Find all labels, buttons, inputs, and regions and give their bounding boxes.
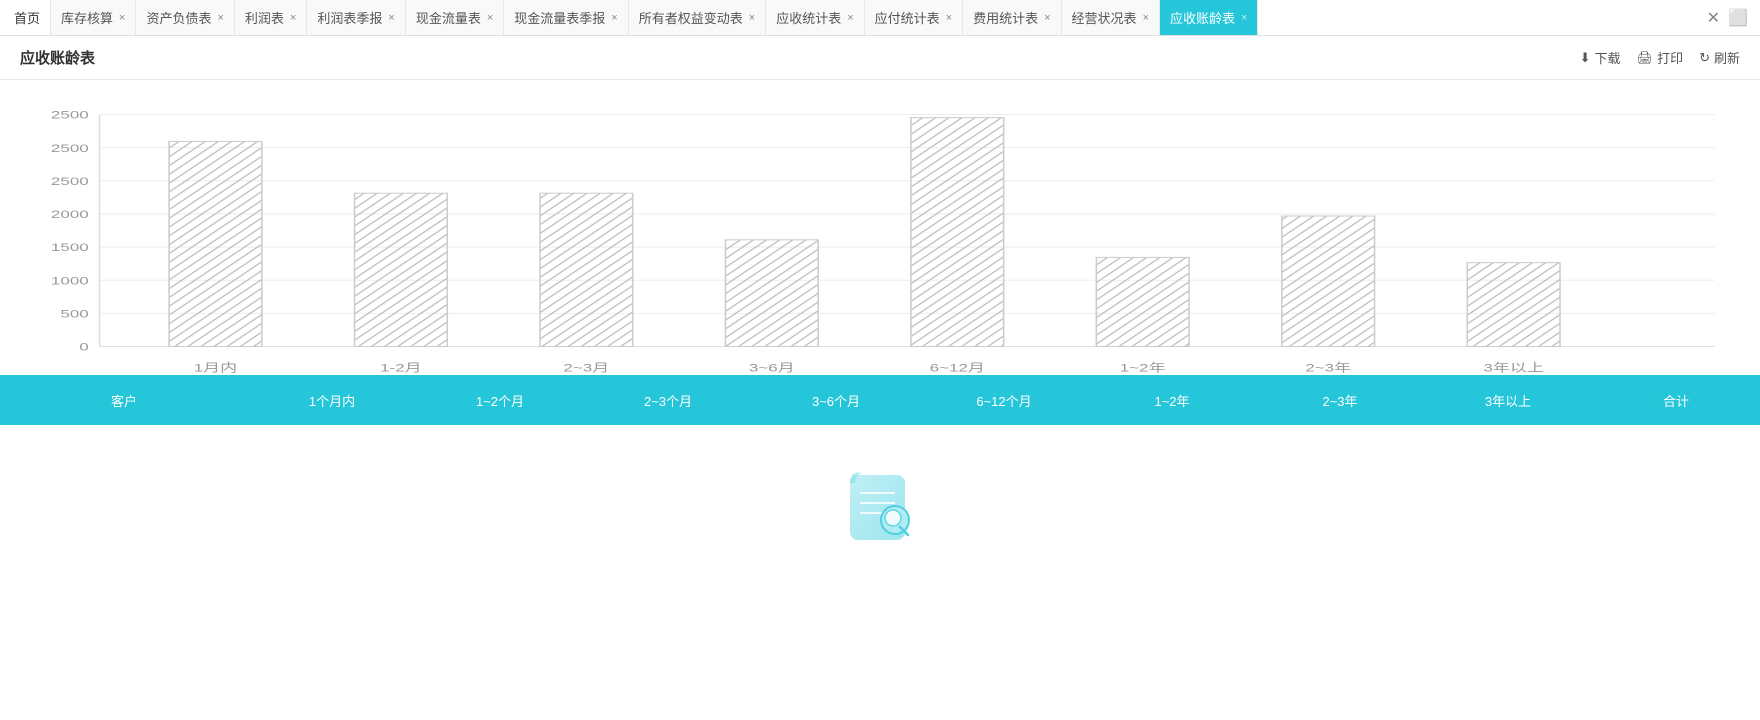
tab-profit-quarter[interactable]: 利润表季报 × xyxy=(307,0,405,36)
svg-text:1500: 1500 xyxy=(51,242,89,255)
print-icon: 🖨 xyxy=(1637,50,1654,66)
empty-illustration xyxy=(820,455,940,555)
svg-text:1月内: 1月内 xyxy=(194,361,237,374)
tab-close-payable-stat[interactable]: × xyxy=(946,12,952,24)
download-icon: ⬇ xyxy=(1580,50,1591,66)
bar-1month xyxy=(169,141,262,346)
th-total: 合计 xyxy=(1592,391,1760,410)
tab-close-cashflow-quarter[interactable]: × xyxy=(611,12,617,24)
tab-operation[interactable]: 经营状况表 × xyxy=(1062,0,1160,36)
tab-cashflow-quarter[interactable]: 现金流量表季报 × xyxy=(504,0,628,36)
tab-profit[interactable]: 利润表 × xyxy=(235,0,307,36)
download-button[interactable]: ⬇ 下载 xyxy=(1580,48,1621,67)
refresh-icon: ↻ xyxy=(1699,50,1710,66)
page-header: 应收账龄表 ⬇ 下载 🖨 打印 ↻ 刷新 xyxy=(0,36,1760,80)
th-customer: 客户 xyxy=(0,391,248,410)
tab-close-cashflow[interactable]: × xyxy=(487,12,493,24)
svg-text:3~6月: 3~6月 xyxy=(749,362,795,375)
tab-close-profit[interactable]: × xyxy=(290,12,296,24)
th-2-3month: 2~3个月 xyxy=(584,391,752,410)
tab-bar: 首页 库存核算 × 资产负债表 × 利润表 × 利润表季报 × 现金流量表 × … xyxy=(0,0,1760,36)
print-button[interactable]: 🖨 打印 xyxy=(1637,48,1684,67)
tab-payable-stat[interactable]: 应付统计表 × xyxy=(865,0,963,36)
empty-state xyxy=(0,425,1760,720)
page-title: 应收账龄表 xyxy=(20,47,95,68)
svg-text:2~3年: 2~3年 xyxy=(1305,361,1351,374)
svg-text:1~2年: 1~2年 xyxy=(1120,361,1166,374)
bar-1-2month xyxy=(355,193,448,346)
main-content: 2500 2500 2500 2000 1500 1000 500 0 xyxy=(0,80,1760,720)
tab-close-balance[interactable]: × xyxy=(217,12,223,24)
svg-text:2500: 2500 xyxy=(51,175,89,188)
svg-text:6~12月: 6~12月 xyxy=(930,362,985,375)
tab-ar-aging[interactable]: 应收账龄表 × xyxy=(1160,0,1258,36)
tab-equity[interactable]: 所有者权益变动表 × xyxy=(629,0,766,36)
header-actions: ⬇ 下载 🖨 打印 ↻ 刷新 xyxy=(1580,48,1740,67)
refresh-button[interactable]: ↻ 刷新 xyxy=(1699,48,1740,67)
tab-cashflow[interactable]: 现金流量表 × xyxy=(406,0,504,36)
tab-close-operation[interactable]: × xyxy=(1143,12,1149,24)
th-3-6month: 3~6个月 xyxy=(752,391,920,410)
svg-text:1000: 1000 xyxy=(51,275,89,288)
chart-area: 2500 2500 2500 2000 1500 1000 500 0 xyxy=(0,80,1760,375)
tab-expense-stat[interactable]: 费用统计表 × xyxy=(963,0,1061,36)
svg-text:1-2月: 1-2月 xyxy=(380,362,422,375)
svg-text:2000: 2000 xyxy=(51,209,89,222)
svg-text:3年以上: 3年以上 xyxy=(1483,361,1543,374)
tab-inventory[interactable]: 库存核算 × xyxy=(51,0,136,36)
tab-close-ar-aging[interactable]: × xyxy=(1241,12,1247,24)
tab-close-inventory[interactable]: × xyxy=(119,12,125,24)
bar-chart: 2500 2500 2500 2000 1500 1000 500 0 xyxy=(30,100,1730,390)
th-6-12month: 6~12个月 xyxy=(920,391,1088,410)
bar-3-6month xyxy=(725,240,818,347)
bar-1-2year xyxy=(1096,257,1189,346)
svg-text:500: 500 xyxy=(60,308,88,321)
tab-close-equity[interactable]: × xyxy=(749,12,755,24)
th-1-2month: 1~2个月 xyxy=(416,391,584,410)
window-controls: ✕ ⬜ xyxy=(1707,8,1756,28)
tab-receivable-stat[interactable]: 应收统计表 × xyxy=(766,0,864,36)
svg-text:0: 0 xyxy=(79,341,88,354)
th-3plus-year: 3年以上 xyxy=(1424,391,1592,410)
tab-balance[interactable]: 资产负债表 × xyxy=(136,0,234,36)
th-2-3year: 2~3年 xyxy=(1256,391,1424,410)
bar-3plus-year xyxy=(1467,263,1560,347)
th-1-2year: 1~2年 xyxy=(1088,391,1256,410)
tab-close-profit-quarter[interactable]: × xyxy=(388,12,394,24)
tab-home[interactable]: 首页 xyxy=(4,0,51,36)
tab-close-receivable-stat[interactable]: × xyxy=(847,12,853,24)
bar-2-3month xyxy=(540,193,633,346)
close-window-icon[interactable]: ✕ xyxy=(1707,8,1720,28)
bar-2-3year xyxy=(1282,216,1375,347)
maximize-window-icon[interactable]: ⬜ xyxy=(1728,8,1748,28)
th-1month: 1个月内 xyxy=(248,391,416,410)
svg-text:2500: 2500 xyxy=(51,109,89,122)
chart-container: 2500 2500 2500 2000 1500 1000 500 0 xyxy=(30,100,1730,390)
svg-text:2~3月: 2~3月 xyxy=(563,362,609,375)
svg-text:2500: 2500 xyxy=(51,142,89,155)
tab-close-expense-stat[interactable]: × xyxy=(1044,12,1050,24)
bar-6-12month xyxy=(911,118,1004,347)
